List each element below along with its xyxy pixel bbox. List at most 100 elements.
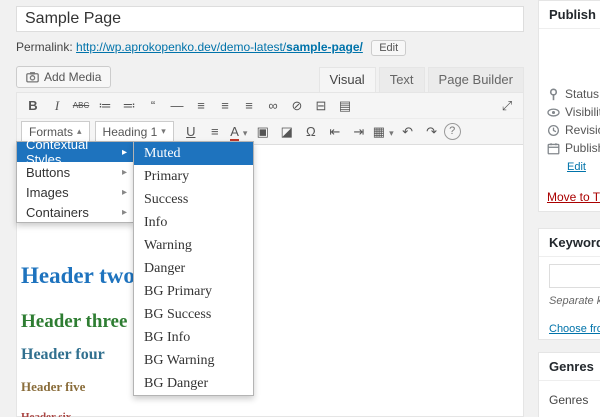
table-button[interactable]: ▦ ▾ (371, 122, 396, 142)
visibility-label: Visibility: (565, 105, 600, 119)
strikethrough-button[interactable]: ABC (69, 96, 93, 116)
eye-icon (547, 107, 560, 117)
read-more-button[interactable]: ⊟ (309, 96, 333, 116)
genres-panel-title[interactable]: Genres (539, 353, 600, 381)
caret-down-icon: ▾ (161, 126, 166, 136)
content-header-four: Header four (21, 346, 105, 363)
submenu-item-bg-warning[interactable]: BG Warning (134, 349, 253, 372)
submenu-arrow-icon: ▸ (121, 146, 127, 158)
submenu-item-bg-info[interactable]: BG Info (134, 326, 253, 349)
justify-button[interactable]: ≡ (203, 122, 227, 142)
keywords-input[interactable] (549, 264, 600, 288)
help-button[interactable]: ? (443, 123, 461, 140)
align-left-button[interactable]: ≡ (189, 96, 213, 116)
submenu-item-bg-primary[interactable]: BG Primary (134, 280, 253, 303)
menu-item-contextual-styles[interactable]: Contextual Styles ▸ (17, 137, 133, 167)
menu-item-label: Contextual Styles (26, 137, 89, 167)
editor-mode-tabs: Visual Text Page Builder (316, 67, 524, 92)
tab-page-builder[interactable]: Page Builder (427, 67, 524, 92)
caret-up-icon: ▴ (77, 126, 82, 136)
content-header-five: Header five (21, 379, 86, 394)
menu-item-label: Images (26, 184, 69, 200)
tab-text[interactable]: Text (378, 67, 425, 92)
menu-item-label: Buttons (26, 164, 71, 180)
fullscreen-button[interactable]: ⤢ (495, 96, 519, 116)
submenu-item-info[interactable]: Info (134, 211, 253, 234)
menu-item-containers[interactable]: Containers ▸ (17, 202, 133, 222)
indent-button[interactable]: ⇥ (347, 122, 371, 142)
redo-button[interactable]: ↷ (420, 122, 444, 142)
caret-down-icon: ▾ (389, 127, 394, 138)
caret-down-icon: ▾ (242, 127, 248, 138)
table-icon: ▦ (372, 123, 386, 139)
published-on-row: Publish (539, 139, 600, 157)
underline-button[interactable]: U (179, 122, 203, 142)
genres-panel: Genres Genres (538, 352, 600, 417)
published-on-label: Publish (565, 141, 600, 155)
content-header-six: Header six (21, 411, 72, 417)
clear-formatting-button[interactable]: ◪ (275, 122, 299, 142)
wordpress-page-editor: Sample Page Permalink: http://wp.aprokop… (0, 0, 600, 417)
calendar-icon (547, 142, 560, 154)
submenu-item-primary[interactable]: Primary (134, 165, 253, 188)
formats-menu: Contextual Styles ▸ Buttons ▸ Images ▸ C… (16, 137, 134, 223)
status-row: Status: (539, 85, 600, 103)
move-to-trash-link[interactable]: Move to Trash (539, 190, 600, 204)
keywords-hint: Separate keywords with commas (549, 295, 600, 307)
submenu-item-bg-danger[interactable]: BG Danger (134, 372, 253, 395)
revisions-row: Revisions: (539, 121, 600, 139)
tab-visual[interactable]: Visual (318, 67, 376, 92)
special-character-button[interactable]: Ω (299, 122, 323, 142)
outdent-button[interactable]: ⇤ (323, 122, 347, 142)
submenu-item-danger[interactable]: Danger (134, 257, 253, 280)
add-media-label: Add Media (44, 70, 102, 84)
toolbar-toggle-button[interactable]: ▤ (333, 96, 357, 116)
blockquote-button[interactable]: “ (141, 96, 165, 116)
title-input[interactable]: Sample Page (16, 6, 524, 32)
submenu-item-success[interactable]: Success (134, 188, 253, 211)
add-media-button[interactable]: Add Media (16, 66, 112, 88)
permalink-url-prefix: http://wp.aprokopenko.dev/demo-latest/ (76, 40, 287, 54)
visibility-row: Visibility: (539, 103, 600, 121)
remove-link-button[interactable]: ⊘ (285, 96, 309, 116)
editor-header-row: Add Media Visual Text Page Builder (16, 64, 524, 92)
numbered-list-button[interactable]: ≕ (117, 96, 141, 116)
bold-button[interactable]: B (21, 96, 45, 116)
submenu-item-warning[interactable]: Warning (134, 234, 253, 257)
camera-icon (26, 72, 39, 83)
contextual-styles-submenu: Muted Primary Success Info Warning Dange… (133, 141, 254, 396)
publish-panel-title[interactable]: Publish (539, 1, 600, 29)
menu-item-label: Containers (26, 204, 89, 220)
horizontal-rule-button[interactable]: — (165, 96, 189, 116)
genres-body[interactable]: Genres (539, 381, 600, 417)
edit-publish-date-link[interactable]: Edit (567, 161, 586, 173)
align-center-button[interactable]: ≡ (213, 96, 237, 116)
submenu-arrow-icon: ▸ (121, 186, 127, 198)
toolbar-row-1: B I ABC ≔ ≕ “ — ≡ ≡ ≡ ∞ ⊘ ⊟ ▤ ⤢ (17, 93, 523, 119)
insert-link-button[interactable]: ∞ (261, 96, 285, 116)
permalink-url[interactable]: http://wp.aprokopenko.dev/demo-latest/sa… (76, 40, 363, 54)
status-label: Status: (565, 87, 600, 101)
keywords-body: Separate keywords with commas Choose fro… (539, 257, 600, 344)
text-color-button[interactable]: A ▾ (227, 122, 251, 142)
undo-button[interactable]: ↶ (396, 122, 420, 142)
permalink-slug: sample-page/ (286, 40, 363, 54)
keywords-panel: Keywords Separate keywords with commas C… (538, 228, 600, 340)
menu-item-images[interactable]: Images ▸ (17, 182, 133, 202)
keywords-panel-title[interactable]: Keywords (539, 229, 600, 257)
permalink-edit-button[interactable]: Edit (371, 40, 407, 56)
submenu-arrow-icon: ▸ (121, 206, 127, 218)
submenu-item-bg-success[interactable]: BG Success (134, 303, 253, 326)
paste-as-text-button[interactable]: ▣ (251, 122, 275, 142)
publish-panel: Publish Status: Visibility: Revisions: P… (538, 0, 600, 212)
choose-keywords-link[interactable]: Choose from the most used keywords (549, 323, 600, 335)
italic-button[interactable]: I (45, 96, 69, 116)
submenu-item-muted[interactable]: Muted (134, 142, 253, 165)
bullet-list-button[interactable]: ≔ (93, 96, 117, 116)
permalink-label: Permalink: (16, 40, 73, 54)
text-color-glyph: A (230, 123, 239, 142)
revisions-label: Revisions: (565, 123, 600, 137)
align-right-button[interactable]: ≡ (237, 96, 261, 116)
content-header-three: Header three (21, 311, 128, 332)
clock-icon (547, 124, 560, 136)
